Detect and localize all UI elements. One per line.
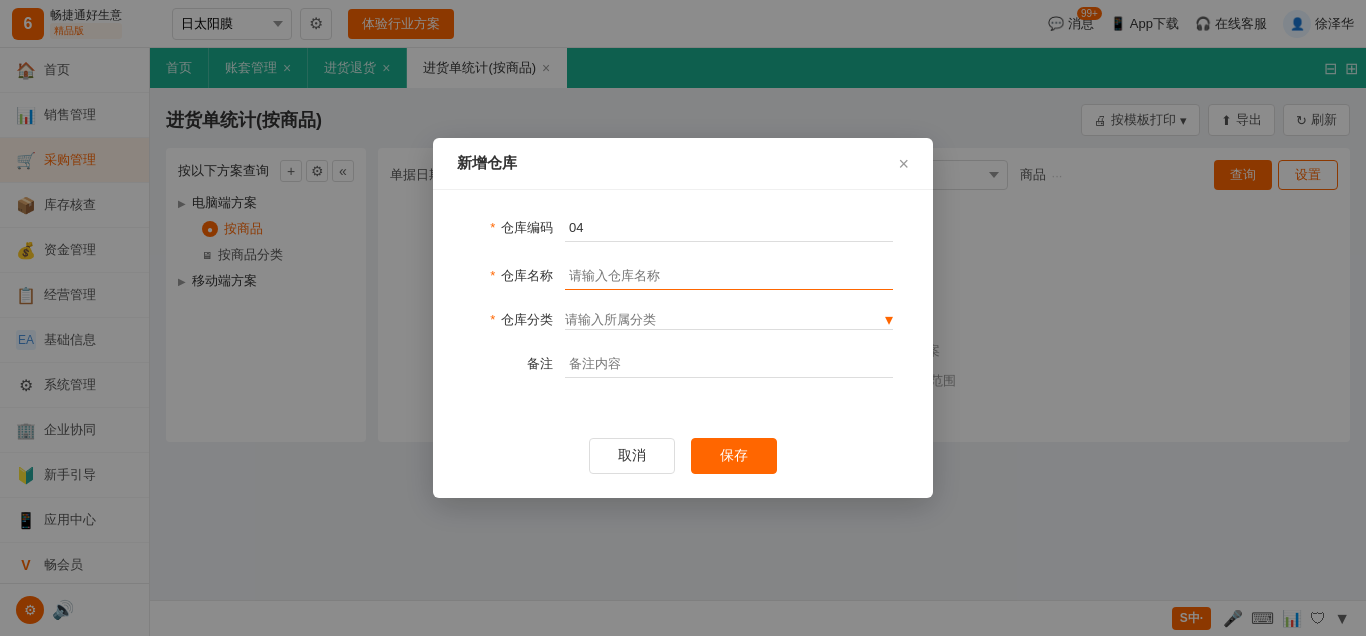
name-input[interactable] [565, 262, 893, 290]
name-field-row: * 仓库名称 [473, 262, 893, 290]
note-label: 备注 [473, 355, 553, 373]
modal-close-button[interactable]: × [898, 155, 909, 173]
modal-footer: 取消 保存 [433, 422, 933, 498]
category-input[interactable] [565, 312, 885, 327]
modal-title: 新增仓库 [457, 154, 517, 173]
modal-body: * 仓库编码 * 仓库名称 * 仓库分类 [433, 190, 933, 422]
cancel-button[interactable]: 取消 [589, 438, 675, 474]
category-label: * 仓库分类 [473, 311, 553, 329]
modal: 新增仓库 × * 仓库编码 * 仓库名称 [433, 138, 933, 498]
category-chevron-icon[interactable]: ▾ [885, 310, 893, 329]
modal-overlay[interactable]: 新增仓库 × * 仓库编码 * 仓库名称 [0, 0, 1366, 636]
category-field-row: * 仓库分类 ▾ [473, 310, 893, 330]
modal-header: 新增仓库 × [433, 138, 933, 190]
note-input[interactable] [565, 350, 893, 378]
name-label: * 仓库名称 [473, 267, 553, 285]
code-input[interactable] [565, 214, 893, 242]
save-button[interactable]: 保存 [691, 438, 777, 474]
code-label: * 仓库编码 [473, 219, 553, 237]
note-field-row: 备注 [473, 350, 893, 378]
code-field-row: * 仓库编码 [473, 214, 893, 242]
